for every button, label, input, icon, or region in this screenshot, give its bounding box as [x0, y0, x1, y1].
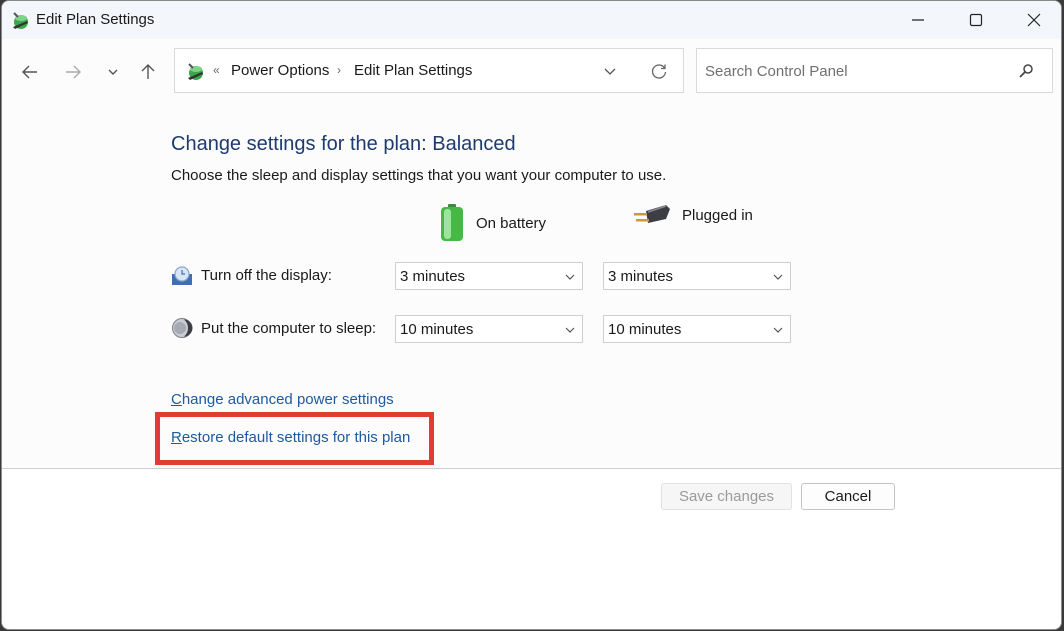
window-title: Edit Plan Settings [36, 11, 155, 28]
close-button[interactable] [1005, 1, 1061, 39]
close-icon [1027, 13, 1041, 27]
search-input[interactable] [705, 59, 1005, 83]
search-box [696, 48, 1053, 93]
battery-icon [441, 204, 463, 241]
chevron-down-icon [565, 274, 575, 280]
display-icon [172, 266, 192, 285]
address-dropdown-button[interactable] [600, 61, 620, 81]
sleep-on-battery-select[interactable]: 10 minutes [395, 315, 583, 343]
minimize-button[interactable] [889, 1, 947, 39]
setting-row-sleep: Put the computer to sleep: [171, 317, 376, 339]
display-plugged-in-select[interactable]: 3 minutes [603, 262, 791, 290]
setting-label-sleep: Put the computer to sleep: [201, 319, 377, 337]
link-accelerator: C [171, 391, 182, 408]
chevron-down-icon [604, 68, 616, 75]
power-plug-icon [634, 205, 670, 223]
up-button[interactable] [133, 57, 163, 87]
chevron-down-icon [565, 327, 575, 333]
edit-plan-settings-window: Edit Plan Settings « Power Options › Edi… [1, 0, 1062, 630]
power-options-icon [188, 63, 203, 80]
display-plugged-in-value: 3 minutes [608, 268, 674, 285]
refresh-button[interactable] [648, 61, 670, 83]
cancel-button[interactable]: Cancel [801, 483, 895, 510]
maximize-button[interactable] [947, 1, 1005, 39]
sleep-plugged-in-select[interactable]: 10 minutes [603, 315, 791, 343]
page-title: Change settings for the plan: Balanced [171, 133, 516, 155]
footer: Save changes Cancel [2, 469, 1061, 629]
search-icon[interactable] [1018, 63, 1034, 79]
title-bar: Edit Plan Settings [2, 1, 1061, 39]
column-label-on-battery: On battery [476, 214, 547, 232]
forward-arrow-icon [66, 65, 81, 79]
display-on-battery-select[interactable]: 3 minutes [395, 262, 583, 290]
breadcrumb-power-options[interactable]: Power Options [231, 62, 329, 79]
recent-locations-button[interactable] [98, 57, 128, 87]
column-label-plugged-in: Plugged in [682, 206, 753, 224]
column-header-plugged-in: Plugged in [632, 203, 753, 227]
sleep-moon-icon [172, 318, 193, 338]
breadcrumb-edit-plan-settings[interactable]: Edit Plan Settings [354, 62, 472, 79]
refresh-icon [651, 64, 667, 79]
link-text: estore default settings for this plan [181, 429, 411, 446]
forward-button[interactable] [58, 57, 88, 87]
up-arrow-icon [141, 64, 155, 79]
chevron-down-icon [773, 274, 783, 280]
link-text: hange advanced power settings [181, 391, 394, 408]
back-arrow-icon [22, 65, 37, 79]
change-advanced-power-settings-link[interactable]: Change advanced power settings [171, 391, 394, 408]
column-header-on-battery: On battery [438, 203, 546, 243]
back-button[interactable] [15, 57, 45, 87]
sleep-on-battery-value: 10 minutes [400, 321, 474, 338]
sleep-plugged-in-value: 10 minutes [608, 321, 682, 338]
link-accelerator: R [171, 429, 182, 446]
minimize-icon [912, 19, 924, 21]
address-bar[interactable]: « Power Options › Edit Plan Settings [174, 48, 684, 93]
main-content: Change settings for the plan: Balanced C… [2, 103, 1061, 468]
breadcrumb-separator[interactable]: › [337, 63, 341, 77]
maximize-icon [969, 13, 983, 27]
save-changes-button[interactable]: Save changes [661, 483, 792, 510]
chevron-down-icon [108, 69, 118, 75]
display-on-battery-value: 3 minutes [400, 268, 466, 285]
chevron-down-icon [773, 327, 783, 333]
breadcrumb-overflow[interactable]: « [213, 63, 220, 77]
page-description: Choose the sleep and display settings th… [171, 167, 667, 184]
restore-default-settings-link[interactable]: Restore default settings for this plan [171, 429, 410, 446]
power-options-icon [13, 12, 28, 29]
setting-label-display: Turn off the display: [201, 266, 332, 284]
setting-row-display: Turn off the display: [171, 264, 332, 286]
